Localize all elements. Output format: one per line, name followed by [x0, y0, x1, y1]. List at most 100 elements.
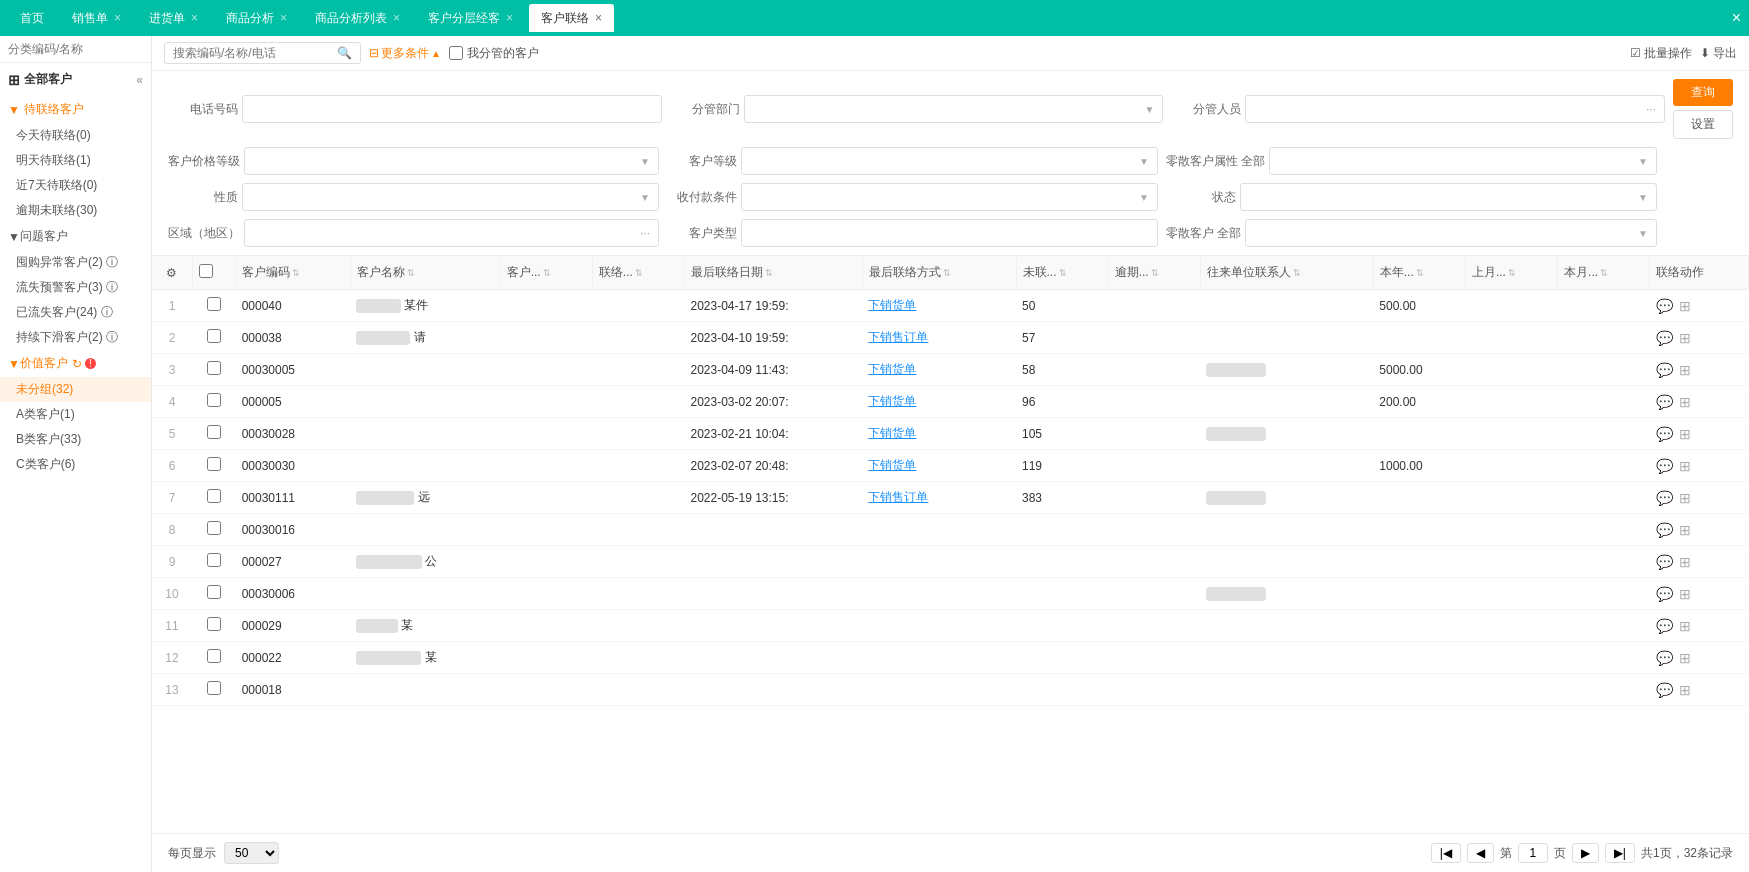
page-size-select[interactable]: 50 100 200 [224, 842, 279, 864]
first-page-button[interactable]: |◀ [1431, 843, 1461, 863]
tab-product-analysis[interactable]: 商品分析 × [214, 4, 299, 32]
comment-icon[interactable]: 💬 [1656, 490, 1673, 506]
tab-sales[interactable]: 销售单 × [60, 4, 133, 32]
search-input[interactable] [173, 46, 333, 60]
tab-customer-stratify[interactable]: 客户分层经客 × [416, 4, 525, 32]
grid-action-icon[interactable]: ⊞ [1679, 298, 1691, 314]
last-method-link[interactable]: 下销货单 [868, 394, 916, 408]
comment-icon[interactable]: 💬 [1656, 362, 1673, 378]
query-button[interactable]: 查询 [1673, 79, 1733, 106]
contact-column-header[interactable]: 联络...⇅ [592, 256, 684, 290]
reset-button[interactable]: 设置 [1673, 110, 1733, 139]
refresh-icon[interactable]: ↻ [72, 357, 82, 371]
row-checkbox[interactable] [207, 521, 221, 535]
prev-page-button[interactable]: ◀ [1467, 843, 1494, 863]
comment-icon[interactable]: 💬 [1656, 330, 1673, 346]
close-sales-tab-icon[interactable]: × [114, 11, 121, 25]
select-all-checkbox[interactable] [199, 264, 213, 278]
name-column-header[interactable]: 客户名称⇅ [350, 256, 500, 290]
sidebar-group-value[interactable]: ▼ 价值客户 ↻ ! [0, 350, 151, 377]
comment-icon[interactable]: 💬 [1656, 682, 1673, 698]
dept-select[interactable]: ▼ [744, 95, 1164, 123]
customer-type-input[interactable] [741, 219, 1158, 247]
my-customers-checkbox[interactable] [449, 46, 463, 60]
last-method-column-header[interactable]: 最后联络方式⇅ [862, 256, 1016, 290]
grid-action-icon[interactable]: ⊞ [1679, 394, 1691, 410]
row-checkbox[interactable] [207, 297, 221, 311]
my-customers-checkbox-area[interactable]: 我分管的客户 [449, 45, 539, 62]
sidebar-item-churned[interactable]: 已流失客户(24) ⓘ [0, 300, 151, 325]
settings-column-header[interactable]: ⚙ [152, 256, 192, 290]
last-method-link[interactable]: 下销售订单 [868, 490, 928, 504]
unit-contact-column-header[interactable]: 往来单位联系人⇅ [1200, 256, 1373, 290]
close-purchase-tab-icon[interactable]: × [191, 11, 198, 25]
phone-input[interactable] [242, 95, 662, 123]
grid-action-icon[interactable]: ⊞ [1679, 330, 1691, 346]
grid-action-icon[interactable]: ⊞ [1679, 618, 1691, 634]
tab-purchase[interactable]: 进货单 × [137, 4, 210, 32]
batch-operation-button[interactable]: ☑ 批量操作 [1630, 45, 1692, 62]
close-product-list-tab-icon[interactable]: × [393, 11, 400, 25]
sidebar-all-customers[interactable]: ⊞ 全部客户 « [0, 63, 151, 96]
this-month-column-header[interactable]: 本月...⇅ [1558, 256, 1650, 290]
scatter-customer-select[interactable]: ▼ [1245, 219, 1657, 247]
sidebar-item-today-pending[interactable]: 今天待联络(0) [0, 123, 151, 148]
page-number-input[interactable] [1518, 843, 1548, 863]
last-method-link[interactable]: 下销货单 [868, 458, 916, 472]
sidebar-item-class-c[interactable]: C类客户(6) [0, 452, 151, 477]
sidebar-collapse-icon[interactable]: « [136, 73, 143, 87]
grid-action-icon[interactable]: ⊞ [1679, 522, 1691, 538]
grid-action-icon[interactable]: ⊞ [1679, 554, 1691, 570]
sidebar-item-overdue-pending[interactable]: 逾期未联络(30) [0, 198, 151, 223]
sidebar-item-class-b[interactable]: B类客户(33) [0, 427, 151, 452]
code-column-header[interactable]: 客户编码⇅ [236, 256, 351, 290]
sidebar-item-abnormal[interactable]: 囤购异常客户(2) ⓘ [0, 250, 151, 275]
sidebar-group-pending[interactable]: ▼ 待联络客户 [0, 96, 151, 123]
tab-home[interactable]: 首页 [8, 4, 56, 32]
sidebar-item-churn-warning[interactable]: 流失预警客户(3) ⓘ [0, 275, 151, 300]
overdue-column-header[interactable]: 逾期...⇅ [1108, 256, 1200, 290]
sidebar-item-7days-pending[interactable]: 近7天待联络(0) [0, 173, 151, 198]
grid-action-icon[interactable]: ⊞ [1679, 362, 1691, 378]
sidebar-group-problem[interactable]: ▼ 问题客户 [0, 223, 151, 250]
sidebar-item-class-a[interactable]: A类客户(1) [0, 402, 151, 427]
grid-action-icon[interactable]: ⊞ [1679, 650, 1691, 666]
row-checkbox[interactable] [207, 617, 221, 631]
row-checkbox[interactable] [207, 681, 221, 695]
export-button[interactable]: ⬇ 导出 [1700, 45, 1737, 62]
next-page-button[interactable]: ▶ [1572, 843, 1599, 863]
sidebar-item-declining[interactable]: 持续下滑客户(2) ⓘ [0, 325, 151, 350]
status-select[interactable]: ▼ [1240, 183, 1657, 211]
comment-icon[interactable]: 💬 [1656, 618, 1673, 634]
last-method-link[interactable]: 下销售订单 [868, 330, 928, 344]
row-checkbox[interactable] [207, 329, 221, 343]
row-checkbox[interactable] [207, 553, 221, 567]
comment-icon[interactable]: 💬 [1656, 426, 1673, 442]
comment-icon[interactable]: 💬 [1656, 394, 1673, 410]
last-page-button[interactable]: ▶| [1605, 843, 1635, 863]
grid-action-icon[interactable]: ⊞ [1679, 490, 1691, 506]
comment-icon[interactable]: 💬 [1656, 586, 1673, 602]
comment-icon[interactable]: 💬 [1656, 650, 1673, 666]
comment-icon[interactable]: 💬 [1656, 554, 1673, 570]
close-stratify-tab-icon[interactable]: × [506, 11, 513, 25]
comment-icon[interactable]: 💬 [1656, 298, 1673, 314]
price-level-select[interactable]: ▼ [244, 147, 659, 175]
comment-icon[interactable]: 💬 [1656, 458, 1673, 474]
grid-action-icon[interactable]: ⊞ [1679, 458, 1691, 474]
payment-select[interactable]: ▼ [741, 183, 1158, 211]
last-method-link[interactable]: 下销货单 [868, 426, 916, 440]
type-column-header[interactable]: 客户...⇅ [500, 256, 592, 290]
scatter-attr-select[interactable]: ▼ [1269, 147, 1657, 175]
last-method-link[interactable]: 下销货单 [868, 362, 916, 376]
close-all-tabs-button[interactable]: × [1732, 9, 1741, 27]
row-checkbox[interactable] [207, 585, 221, 599]
row-checkbox[interactable] [207, 489, 221, 503]
sidebar-item-tomorrow-pending[interactable]: 明天待联络(1) [0, 148, 151, 173]
grid-action-icon[interactable]: ⊞ [1679, 586, 1691, 602]
row-checkbox[interactable] [207, 425, 221, 439]
sidebar-item-ungroup[interactable]: 未分组(32) [0, 377, 151, 402]
nature-select[interactable]: ▼ [242, 183, 659, 211]
last-method-link[interactable]: 下销货单 [868, 298, 916, 312]
region-select[interactable]: ··· [244, 219, 659, 247]
